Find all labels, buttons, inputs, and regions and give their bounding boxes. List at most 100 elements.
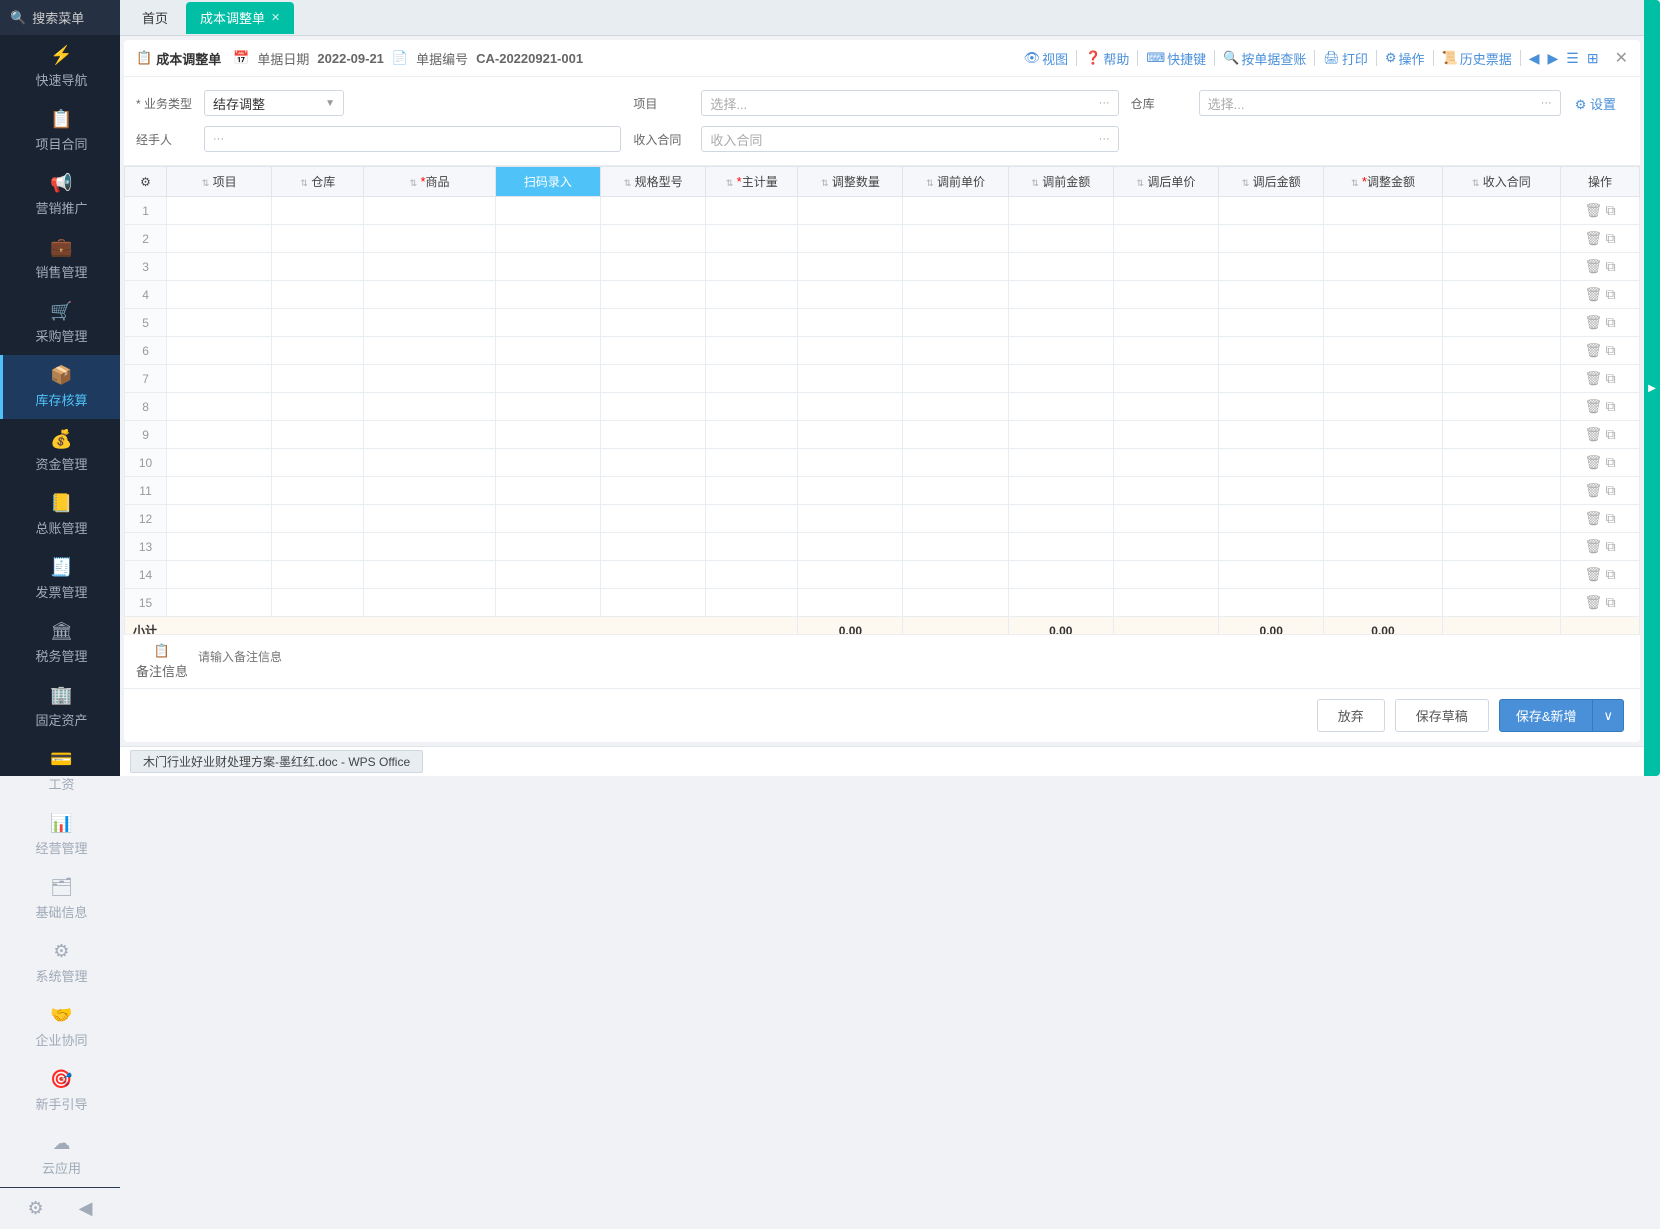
sidebar-item-sales-promo[interactable]: 📢 营销推广	[0, 163, 120, 227]
unit-cell[interactable]	[706, 225, 798, 253]
warehouse-cell[interactable]	[272, 281, 364, 309]
warehouse-cell[interactable]	[272, 477, 364, 505]
sidebar-item-invoice-mgmt[interactable]: 🧾 发票管理	[0, 547, 120, 611]
scan-cell[interactable]	[495, 589, 600, 617]
spec-cell[interactable]	[601, 197, 706, 225]
pre-amount-cell[interactable]	[1008, 393, 1113, 421]
save-new-button[interactable]: 保存&新增 ∨	[1499, 699, 1624, 732]
sidebar-item-cloud-apps[interactable]: ☁ 云应用	[0, 1123, 120, 1187]
col-project[interactable]: ⇅ 项目	[167, 167, 272, 197]
income-contract-cell[interactable]	[1442, 533, 1560, 561]
action-history[interactable]: 📜 历史票据	[1442, 49, 1512, 68]
post-amount-cell[interactable]	[1219, 337, 1324, 365]
unit-cell[interactable]	[706, 421, 798, 449]
scan-cell[interactable]	[495, 393, 600, 421]
income-contract-cell[interactable]	[1442, 337, 1560, 365]
copy-icon[interactable]: ⧉	[1606, 230, 1616, 246]
pre-amount-cell[interactable]	[1008, 421, 1113, 449]
delete-icon[interactable]: 🗑	[1584, 566, 1602, 582]
income-contract-cell[interactable]	[1442, 225, 1560, 253]
view-icon1[interactable]: ☰	[1566, 50, 1579, 67]
scan-cell[interactable]	[495, 337, 600, 365]
biz-type-select[interactable]: 结存调整 ▼	[204, 90, 344, 116]
unit-cell[interactable]	[706, 281, 798, 309]
product-cell[interactable]	[364, 197, 496, 225]
pre-amount-cell[interactable]	[1008, 477, 1113, 505]
delete-icon[interactable]: 🗑	[1584, 426, 1602, 442]
settings-icon[interactable]: ⚙	[28, 1198, 44, 1219]
delete-icon[interactable]: 🗑	[1584, 398, 1602, 414]
warehouse-input[interactable]: 选择... ···	[1199, 90, 1561, 116]
post-amount-cell[interactable]	[1219, 197, 1324, 225]
income-contract-cell[interactable]	[1442, 477, 1560, 505]
pre-price-cell[interactable]	[903, 421, 1008, 449]
col-pre-price[interactable]: ⇅ 调前单价	[903, 167, 1008, 197]
action-print[interactable]: 🖨 打印	[1323, 49, 1368, 68]
warehouse-cell[interactable]	[272, 309, 364, 337]
income-contract-cell[interactable]	[1442, 309, 1560, 337]
copy-icon[interactable]: ⧉	[1606, 566, 1616, 582]
spec-cell[interactable]	[601, 281, 706, 309]
nav-next-icon[interactable]: ▶	[1548, 50, 1559, 67]
product-cell[interactable]	[364, 253, 496, 281]
unit-cell[interactable]	[706, 477, 798, 505]
project-cell[interactable]	[167, 533, 272, 561]
spec-cell[interactable]	[601, 337, 706, 365]
adj-qty-cell[interactable]	[798, 253, 903, 281]
pre-price-cell[interactable]	[903, 477, 1008, 505]
delete-icon[interactable]: 🗑	[1584, 202, 1602, 218]
product-cell[interactable]	[364, 533, 496, 561]
product-cell[interactable]	[364, 477, 496, 505]
delete-icon[interactable]: 🗑	[1584, 286, 1602, 302]
adj-amount-cell[interactable]	[1324, 393, 1442, 421]
project-cell[interactable]	[167, 393, 272, 421]
pre-amount-cell[interactable]	[1008, 533, 1113, 561]
post-price-cell[interactable]	[1113, 337, 1218, 365]
delete-icon[interactable]: 🗑	[1584, 594, 1602, 610]
col-income-contract[interactable]: ⇅ 收入合同	[1442, 167, 1560, 197]
adj-amount-cell[interactable]	[1324, 421, 1442, 449]
warehouse-cell[interactable]	[272, 393, 364, 421]
income-contract-cell[interactable]	[1442, 365, 1560, 393]
pre-price-cell[interactable]	[903, 449, 1008, 477]
post-price-cell[interactable]	[1113, 197, 1218, 225]
pre-price-cell[interactable]	[903, 281, 1008, 309]
warehouse-cell[interactable]	[272, 337, 364, 365]
warehouse-cell[interactable]	[272, 533, 364, 561]
scan-cell[interactable]	[495, 225, 600, 253]
adj-amount-cell[interactable]	[1324, 533, 1442, 561]
abandon-button[interactable]: 放弃	[1317, 699, 1385, 732]
col-spec[interactable]: ⇅ 规格型号	[601, 167, 706, 197]
adj-amount-cell[interactable]	[1324, 449, 1442, 477]
adj-amount-cell[interactable]	[1324, 225, 1442, 253]
income-contract-cell[interactable]	[1442, 281, 1560, 309]
save-new-main[interactable]: 保存&新增	[1500, 700, 1594, 731]
col-pre-amount[interactable]: ⇅ 调前金额	[1008, 167, 1113, 197]
product-cell[interactable]	[364, 561, 496, 589]
action-shortcut[interactable]: ⌨ 快捷键	[1146, 49, 1206, 68]
pre-amount-cell[interactable]	[1008, 449, 1113, 477]
warehouse-cell[interactable]	[272, 421, 364, 449]
save-draft-button[interactable]: 保存草稿	[1395, 699, 1489, 732]
post-amount-cell[interactable]	[1219, 253, 1324, 281]
copy-icon[interactable]: ⧉	[1606, 538, 1616, 554]
adj-amount-cell[interactable]	[1324, 589, 1442, 617]
delete-icon[interactable]: 🗑	[1584, 370, 1602, 386]
project-cell[interactable]	[167, 449, 272, 477]
tab-cost-adjust[interactable]: 成本调整单 ✕	[186, 2, 294, 34]
sidebar-item-project-contract[interactable]: 📋 项目合同	[0, 99, 120, 163]
adj-qty-cell[interactable]	[798, 449, 903, 477]
post-price-cell[interactable]	[1113, 253, 1218, 281]
post-amount-cell[interactable]	[1219, 393, 1324, 421]
spec-cell[interactable]	[601, 253, 706, 281]
income-contract-cell[interactable]	[1442, 393, 1560, 421]
unit-cell[interactable]	[706, 561, 798, 589]
income-contract-cell[interactable]	[1442, 561, 1560, 589]
income-contract-cell[interactable]	[1442, 505, 1560, 533]
col-post-price[interactable]: ⇅ 调后单价	[1113, 167, 1218, 197]
adj-qty-cell[interactable]	[798, 281, 903, 309]
action-view[interactable]: 👁 视图	[1024, 49, 1069, 68]
unit-cell[interactable]	[706, 365, 798, 393]
post-price-cell[interactable]	[1113, 421, 1218, 449]
post-amount-cell[interactable]	[1219, 561, 1324, 589]
